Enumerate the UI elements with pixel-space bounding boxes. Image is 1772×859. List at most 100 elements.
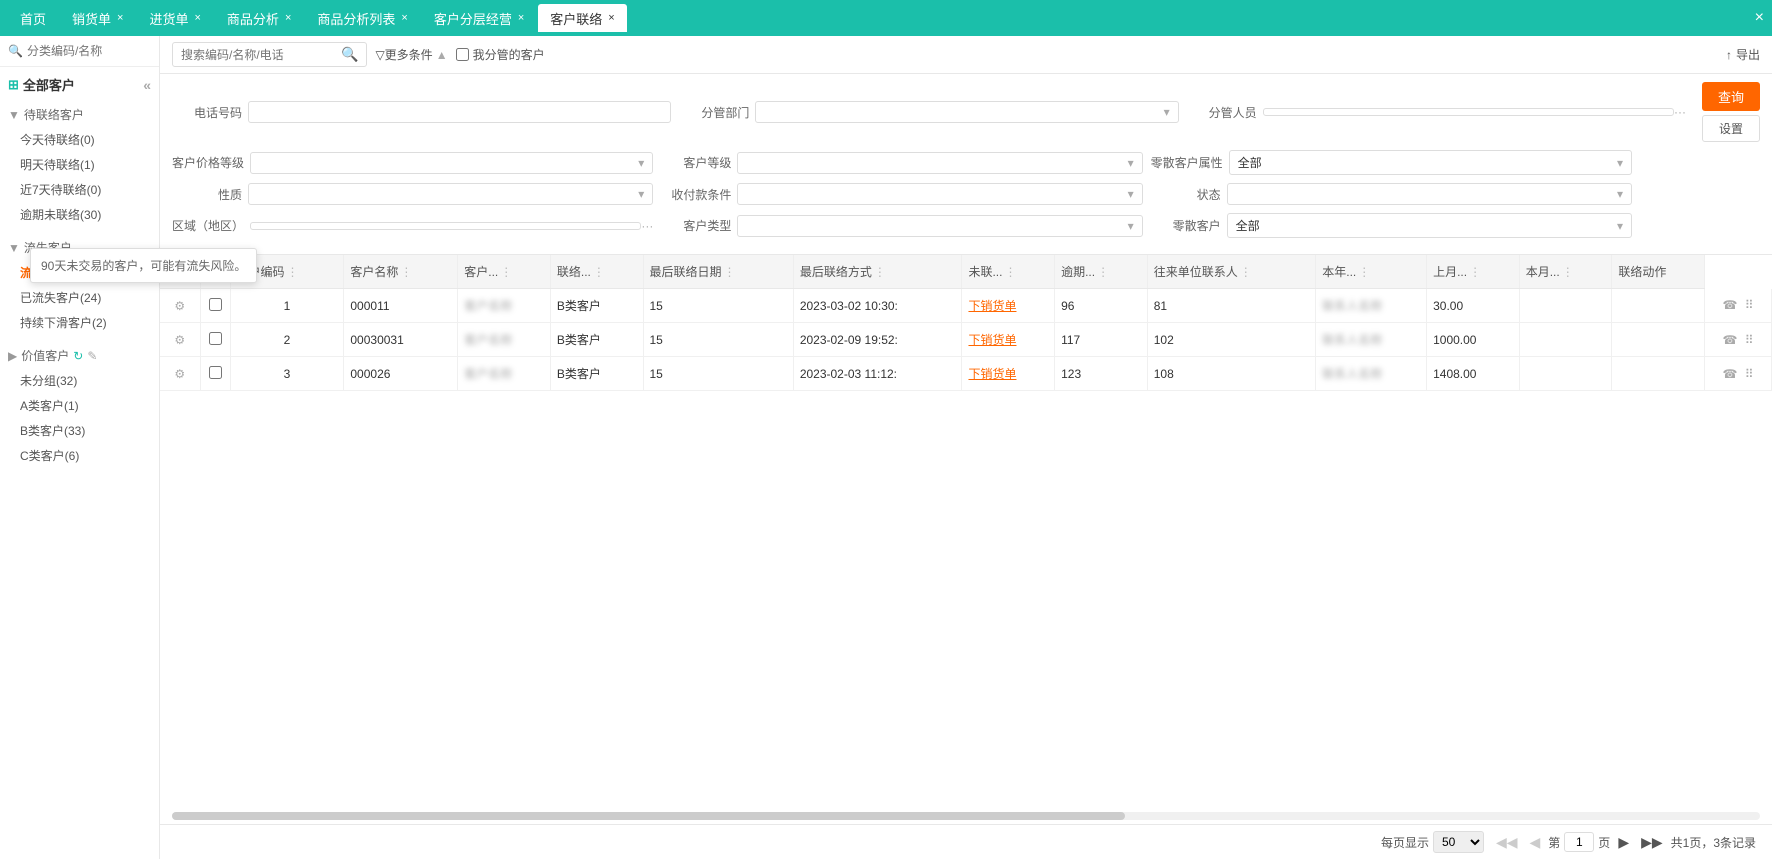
tab-analysis-list[interactable]: 商品分析列表 × [305, 4, 419, 32]
row-checkbox-1[interactable] [209, 332, 222, 345]
cell-last-method[interactable]: 下销货单 [962, 323, 1055, 357]
resize-uncontacted-icon[interactable]: ⋮ [1004, 265, 1016, 279]
action-more-icon[interactable]: ⠿ [1745, 333, 1754, 347]
row-checkbox-2[interactable] [209, 366, 222, 379]
resize-last-date-icon[interactable]: ⋮ [724, 265, 736, 279]
tab-customer-contact[interactable]: 客户联络 × [538, 4, 626, 32]
scrollbar-thumb[interactable] [172, 812, 1125, 820]
filter-person-dots[interactable]: ··· [1674, 105, 1686, 119]
cell-action[interactable]: ☎ ⠿ [1704, 323, 1771, 357]
filter-retail-select[interactable]: 全部 ▾ [1227, 213, 1632, 238]
sidebar-item-c-class[interactable]: C类客户(6) [0, 443, 159, 468]
tab-home[interactable]: 首页 [8, 4, 58, 32]
sidebar-item-tomorrow[interactable]: 明天待联络(1) [0, 152, 159, 177]
cell-checkbox[interactable] [200, 357, 230, 391]
filter-cust-type-select[interactable]: ▾ [737, 215, 1142, 237]
sidebar-group-pending-title[interactable]: ▼ 待联络客户 [0, 102, 159, 127]
query-button[interactable]: 查询 [1702, 82, 1760, 111]
filter-region-select[interactable] [250, 222, 641, 230]
cust-type-arrow-icon: ▾ [1128, 219, 1134, 233]
cell-last-method[interactable]: 下销货单 [962, 289, 1055, 323]
last-method-link[interactable]: 下销货单 [968, 367, 1016, 381]
table-row: ⚙ 3 000026 客户名称 B类客户 15 2023-02-03 11:12… [160, 357, 1772, 391]
resize-this-year-icon[interactable]: ⋮ [1358, 265, 1370, 279]
search-input[interactable] [181, 48, 341, 62]
last-method-link[interactable]: 下销货单 [968, 299, 1016, 313]
action-contact-icon[interactable]: ☎ [1722, 333, 1737, 347]
sidebar-item-today[interactable]: 今天待联络(0) [0, 127, 159, 152]
resize-last-month-icon[interactable]: ⋮ [1469, 265, 1481, 279]
filter-region-dots[interactable]: ··· [641, 219, 653, 233]
last-page-btn[interactable]: ▶▶ [1637, 834, 1667, 851]
filter-dept-select[interactable]: ▾ [755, 101, 1178, 123]
close-analysis-icon[interactable]: × [285, 12, 291, 24]
sidebar-root[interactable]: ⊞ 全部客户 « [0, 67, 159, 98]
resize-unit-contact-icon[interactable]: ⋮ [1240, 265, 1252, 279]
cell-level: B类客户 [550, 357, 643, 391]
sidebar-item-week[interactable]: 近7天待联络(0) [0, 177, 159, 202]
tab-customer-tier[interactable]: 客户分层经营 × [422, 4, 536, 32]
my-customers-check[interactable] [456, 48, 469, 61]
last-method-link[interactable]: 下销货单 [968, 333, 1016, 347]
prev-page-btn[interactable]: ◀ [1526, 834, 1545, 851]
cell-action[interactable]: ☎ ⠿ [1704, 357, 1771, 391]
close-customer-tier-icon[interactable]: × [518, 12, 524, 24]
sidebar-item-a-class[interactable]: A类客户(1) [0, 393, 159, 418]
filter-grade-select[interactable]: ▾ [737, 152, 1142, 174]
sidebar-search-input[interactable] [27, 44, 160, 58]
sidebar-item-churn-actual[interactable]: 已流失客户(24) [0, 285, 159, 310]
filter-status-label: 状态 [1151, 186, 1221, 203]
col-this-year: 本年...⋮ [1316, 255, 1427, 289]
resize-contact-icon[interactable]: ⋮ [593, 265, 605, 279]
sidebar-collapse-icon[interactable]: « [143, 77, 151, 93]
tab-analysis[interactable]: 商品分析 × [215, 4, 303, 32]
action-more-icon[interactable]: ⠿ [1745, 298, 1754, 312]
resize-last-method-icon[interactable]: ⋮ [874, 265, 886, 279]
resize-code-icon[interactable]: ⋮ [287, 265, 299, 279]
close-purchase-icon[interactable]: × [194, 12, 200, 24]
export-btn[interactable]: ↑ 导出 [1726, 46, 1760, 63]
cell-action[interactable]: ☎ ⠿ [1704, 289, 1771, 323]
tab-sales[interactable]: 销货单 × [60, 4, 135, 32]
filter-person-select[interactable] [1263, 108, 1674, 116]
resize-overdue-icon[interactable]: ⋮ [1097, 265, 1109, 279]
action-contact-icon[interactable]: ☎ [1722, 298, 1737, 312]
refresh-value-icon[interactable]: ↻ [73, 349, 83, 363]
sidebar-item-unsorted[interactable]: 未分组(32) [0, 368, 159, 393]
action-more-icon[interactable]: ⠿ [1745, 367, 1754, 381]
sidebar-item-overdue[interactable]: 逾期未联络(30) [0, 202, 159, 227]
sidebar-item-churn-down[interactable]: 持续下滑客户(2) [0, 310, 159, 335]
resize-name-icon[interactable]: ⋮ [400, 265, 412, 279]
filter-person: 分管人员 ··· [1187, 104, 1686, 121]
cell-checkbox[interactable] [200, 289, 230, 323]
first-page-btn[interactable]: ◀◀ [1492, 834, 1522, 851]
page-input[interactable] [1564, 832, 1594, 852]
more-conditions-btn[interactable]: ▽ 更多条件 ▲ [375, 46, 447, 63]
close-sales-icon[interactable]: × [117, 12, 123, 24]
row-checkbox-0[interactable] [209, 298, 222, 311]
edit-value-icon[interactable]: ✎ [87, 349, 97, 363]
filter-nature-select[interactable]: ▾ [248, 183, 653, 205]
tab-purchase[interactable]: 进货单 × [137, 4, 212, 32]
sidebar-item-b-class[interactable]: B类客户(33) [0, 418, 159, 443]
resize-level-icon[interactable]: ⋮ [500, 265, 512, 279]
cell-last-method[interactable]: 下销货单 [962, 357, 1055, 391]
filter-retail-attr-select[interactable]: 全部 ▾ [1229, 150, 1632, 175]
resize-this-month-icon[interactable]: ⋮ [1562, 265, 1574, 279]
action-contact-icon[interactable]: ☎ [1722, 367, 1737, 381]
filter-price-grade-select[interactable]: ▾ [250, 152, 653, 174]
settings-button[interactable]: 设置 [1702, 115, 1760, 142]
close-customer-contact-icon[interactable]: × [608, 12, 614, 24]
close-window-icon[interactable]: × [1755, 9, 1764, 27]
close-analysis-list-icon[interactable]: × [401, 12, 407, 24]
per-page-select[interactable]: 50 100 [1433, 831, 1484, 853]
scrollbar-track[interactable] [172, 812, 1760, 820]
search-icon[interactable]: 🔍 [341, 46, 358, 63]
filter-phone-input[interactable] [248, 101, 671, 123]
sidebar-group-value-title[interactable]: ▶ 价值客户 ↻ ✎ [0, 343, 159, 368]
next-page-btn[interactable]: ▶ [1614, 834, 1633, 851]
filter-payment-select[interactable]: ▾ [737, 183, 1142, 205]
cell-checkbox[interactable] [200, 323, 230, 357]
filter-status-select[interactable]: ▾ [1227, 183, 1632, 205]
data-table: ⚙ 客户编码⋮ 客户名称⋮ 客户...⋮ 联络...⋮ 最后联络日期⋮ 最后联络… [160, 255, 1772, 391]
